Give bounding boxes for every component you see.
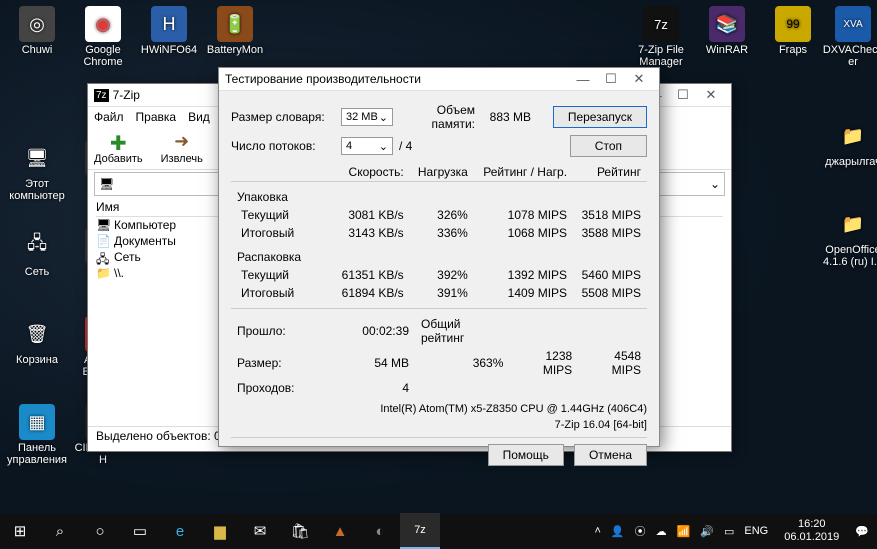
pack-section: Упаковка xyxy=(231,182,333,207)
desktop-icon[interactable]: 7z7-Zip File Manager xyxy=(630,6,692,68)
col-rating: Рейтинг xyxy=(573,163,647,182)
tray-language[interactable]: ENG xyxy=(744,525,768,537)
desktop-icon-recycle[interactable]: 🗑Корзина xyxy=(6,316,68,366)
tray-chevron-up-icon[interactable]: ˄ xyxy=(594,525,600,537)
cancel-button[interactable]: Отмена xyxy=(574,444,647,466)
chevron-down-icon: ⌄ xyxy=(379,140,388,153)
desktop-icon[interactable]: 🔋BatteryMon xyxy=(204,6,266,56)
chevron-down-icon: ⌄ xyxy=(379,111,388,124)
tray-people-icon[interactable]: 👤 xyxy=(611,525,625,538)
taskbar-app-edge[interactable]: e xyxy=(160,514,200,548)
table-row: Итоговый3143 KB/s336%1068 MIPS3588 MIPS xyxy=(231,224,647,242)
table-row: Итоговый61894 KB/s391%1409 MIPS5508 MIPS xyxy=(231,284,647,302)
version-info: 7-Zip 16.04 [64-bit] xyxy=(231,419,647,431)
desktop-icon[interactable]: 📁джарылгач xyxy=(822,118,877,168)
tray-location-icon[interactable]: ⦿ xyxy=(635,523,646,539)
search-button[interactable]: ⌕ xyxy=(40,514,80,548)
system-tray: ˄ 👤 ⦿ ☁ 📶 🔊 ▭ ENG 16:2006.01.2019 💬 xyxy=(586,518,877,544)
desktop-icon-network[interactable]: 🖧Сеть xyxy=(6,228,68,278)
titlebar[interactable]: Тестирование производительности — ☐ ✕ xyxy=(219,68,659,91)
taskbar-app-store[interactable]: 🛍 xyxy=(280,514,320,548)
threads-label: Число потоков: xyxy=(231,139,341,153)
threads-total: / 4 xyxy=(393,139,412,153)
taskbar-app-mail[interactable]: ✉ xyxy=(240,514,280,548)
menu-edit[interactable]: Правка xyxy=(136,110,177,124)
table-row: Размер:54 MB363%1238 MIPS4548 MIPS xyxy=(231,347,647,379)
tray-clock[interactable]: 16:2006.01.2019 xyxy=(778,518,845,544)
taskbar[interactable]: ⊞ ⌕ ○ ▭ e ▆ ✉ 🛍 ▲ ◐ 7z ˄ 👤 ⦿ ☁ 📶 🔊 ▭ ENG… xyxy=(0,514,877,548)
tray-wifi-icon[interactable]: 📶 xyxy=(677,525,691,538)
table-row: Текущий61351 KB/s392%1392 MIPS5460 MIPS xyxy=(231,266,647,284)
col-speed: Скорость: xyxy=(333,163,410,182)
mem-label: Объем памяти: xyxy=(393,103,481,131)
desktop-icon-control-panel[interactable]: ▦Панель управления xyxy=(6,404,68,466)
chevron-down-icon[interactable]: ⌄ xyxy=(710,177,720,191)
start-button[interactable]: ⊞ xyxy=(0,514,40,548)
table-row: Текущий3081 KB/s326%1078 MIPS3518 MIPS xyxy=(231,206,647,224)
task-view-button[interactable]: ▭ xyxy=(120,514,160,548)
table-row: Проходов:4 xyxy=(231,379,647,397)
benchmark-dialog[interactable]: Тестирование производительности — ☐ ✕ Ра… xyxy=(218,67,660,447)
desktop-icon-this-pc[interactable]: 🖥Этот компьютер xyxy=(6,140,68,202)
add-button[interactable]: ✚Добавить xyxy=(94,131,143,165)
cortana-button[interactable]: ○ xyxy=(80,514,120,548)
taskbar-app[interactable]: ◐ xyxy=(360,514,400,548)
close-button[interactable]: ✕ xyxy=(697,87,725,103)
dict-size-label: Размер словаря: xyxy=(231,110,341,124)
help-button[interactable]: Помощь xyxy=(488,444,564,466)
desktop-icon[interactable]: 📁OpenOffice 4.1.6 (ru) I... xyxy=(822,206,877,268)
unpack-section: Распаковка xyxy=(231,242,333,266)
menu-file[interactable]: Файл xyxy=(94,110,124,124)
taskbar-app-explorer[interactable]: ▆ xyxy=(200,514,240,548)
maximize-button[interactable]: ☐ xyxy=(669,87,697,103)
minimize-button[interactable]: — xyxy=(569,72,597,87)
taskbar-app[interactable]: ▲ xyxy=(320,514,360,548)
desktop-icon[interactable]: XVADXVAChecker xyxy=(822,6,877,68)
dict-size-select[interactable]: 32 MB⌄ xyxy=(341,108,393,126)
tray-notifications-icon[interactable]: 💬 xyxy=(855,525,869,538)
col-load: Нагрузка xyxy=(410,163,474,182)
menu-view[interactable]: Вид xyxy=(188,110,210,124)
col-rpl: Рейтинг / Нагр. xyxy=(474,163,573,182)
desktop-icon[interactable]: HHWiNFO64 xyxy=(138,6,200,56)
desktop-icon[interactable]: ◎Chuwi xyxy=(6,6,68,56)
maximize-button[interactable]: ☐ xyxy=(597,71,625,87)
mem-value: 883 MB xyxy=(481,110,531,124)
desktop-icon[interactable]: 99Fraps xyxy=(762,6,824,56)
extract-button[interactable]: ➜Извлечь xyxy=(161,131,203,165)
tray-onedrive-icon[interactable]: ☁ xyxy=(656,525,667,538)
tray-volume-icon[interactable]: 🔊 xyxy=(700,525,714,538)
desktop-icon[interactable]: ◉Google Chrome xyxy=(72,6,134,68)
desktop-icon[interactable]: 📚WinRAR xyxy=(696,6,758,56)
tray-battery-icon[interactable]: ▭ xyxy=(724,525,734,538)
dialog-title: Тестирование производительности xyxy=(225,72,569,86)
restart-button[interactable]: Перезапуск xyxy=(553,106,647,128)
app-icon: 7z xyxy=(94,89,109,102)
threads-select[interactable]: 4⌄ xyxy=(341,137,393,155)
taskbar-app-7zip[interactable]: 7z xyxy=(400,513,440,549)
computer-icon: 🖥 xyxy=(99,177,114,191)
table-row: Прошло:00:02:39Общий рейтинг xyxy=(231,315,647,347)
cpu-info: Intel(R) Atom(TM) x5-Z8350 CPU @ 1.44GHz… xyxy=(231,403,647,415)
close-button[interactable]: ✕ xyxy=(625,71,653,87)
desktop[interactable]: ◎Chuwi ◉Google Chrome HHWiNFO64 🔋Battery… xyxy=(0,0,877,548)
stop-button[interactable]: Стоп xyxy=(570,135,647,157)
